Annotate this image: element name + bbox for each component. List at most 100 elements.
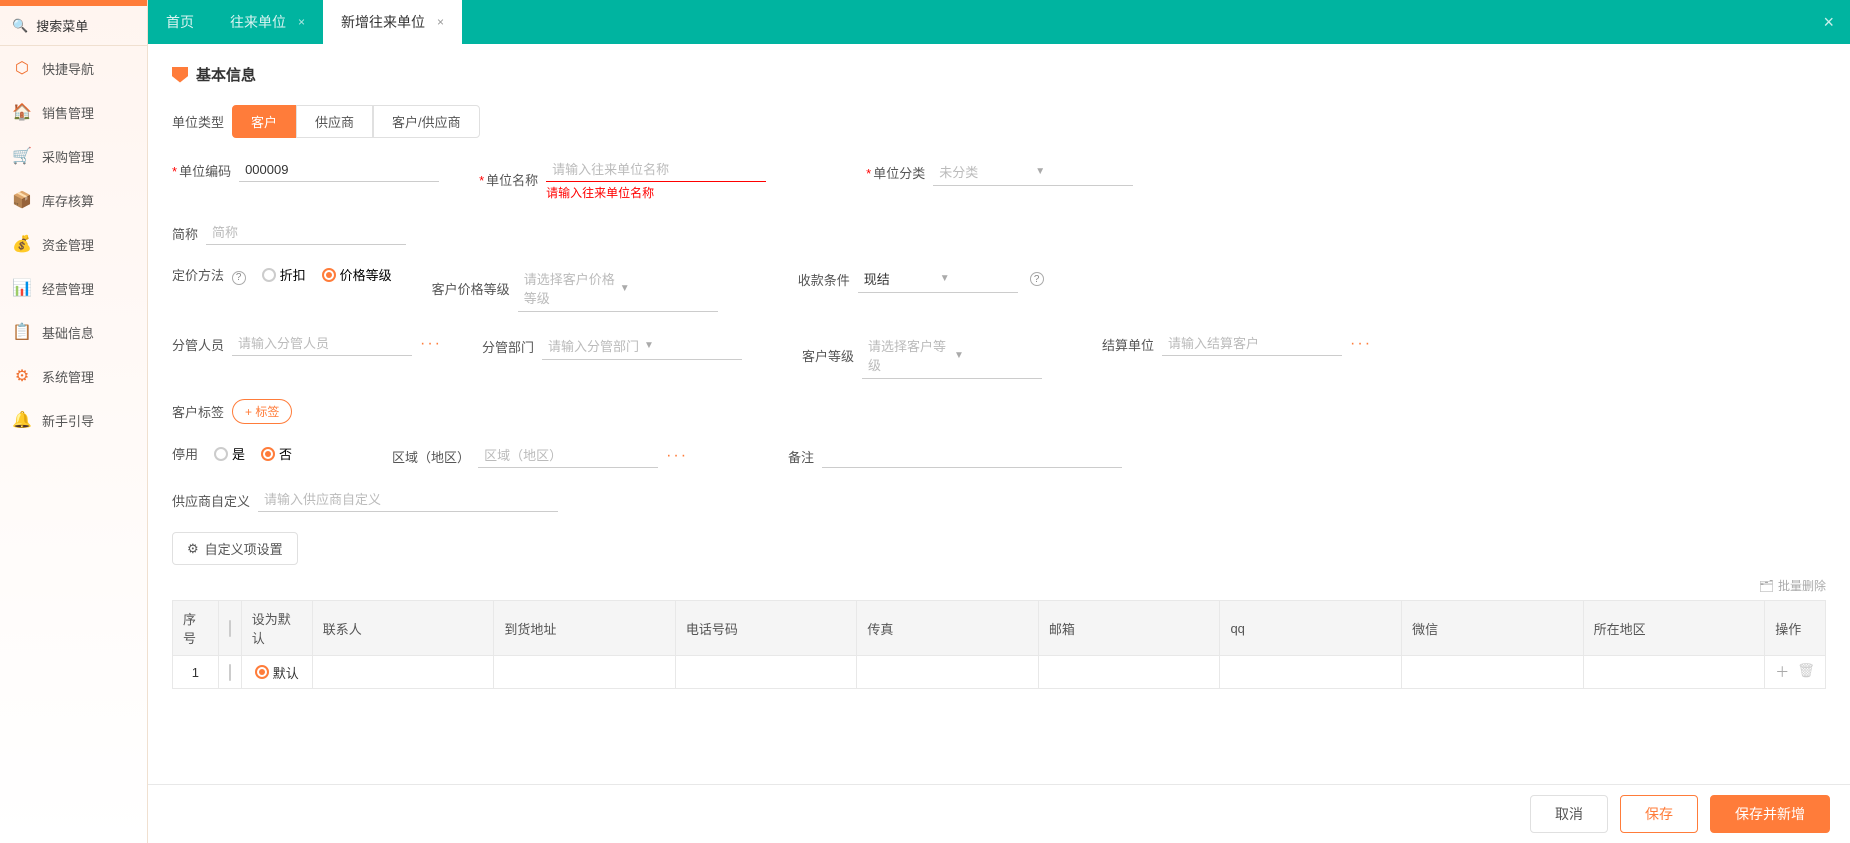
pricing-level-radio[interactable] <box>322 268 336 282</box>
add-tag-button[interactable]: + 标签 <box>232 399 292 424</box>
settlement-unit-input[interactable] <box>1162 332 1342 356</box>
tab-new-partner[interactable]: 新增往来单位 × <box>323 0 462 44</box>
manager-more-icon[interactable]: ··· <box>420 335 442 353</box>
unit-type-both-btn[interactable]: 客户/供应商 <box>373 105 480 138</box>
customer-price-level-select[interactable]: 请选择客户价格等级 ▼ <box>518 265 718 312</box>
sidebar-item-system[interactable]: ⚙ 系统管理 <box>0 354 147 398</box>
row-contact-input[interactable] <box>323 665 484 680</box>
row-area-input[interactable] <box>1594 665 1755 680</box>
sidebar-item-sales[interactable]: 🏠 销售管理 <box>0 90 147 134</box>
disabled-no-radio[interactable] <box>261 447 275 461</box>
settlement-unit-label: 结算单位 <box>1102 335 1154 354</box>
operations-icon: 📊 <box>12 278 32 298</box>
sidebar-item-basic-info[interactable]: 📋 基础信息 <box>0 310 147 354</box>
unit-category-select[interactable]: 未分类 ▼ <box>933 158 1133 186</box>
manager-row: 分管人员 ··· 分管部门 请输入分管部门 ▼ 客户等级 请选择客户等级 ▼ 结… <box>172 332 1826 379</box>
custom-settings-button[interactable]: ⚙ 自定义项设置 <box>172 532 298 565</box>
payment-terms-label: 收款条件 <box>798 270 850 289</box>
row-qq-input[interactable] <box>1230 665 1391 680</box>
short-name-row: 简称 <box>172 221 1826 245</box>
sidebar-item-guide[interactable]: 🔔 新手引导 <box>0 398 147 442</box>
sales-icon: 🏠 <box>12 102 32 122</box>
customer-tag-label: 客户标签 <box>172 402 224 421</box>
pricing-method-info-icon[interactable]: ? <box>232 271 246 285</box>
short-name-input[interactable] <box>206 221 406 245</box>
row-fax-input[interactable] <box>867 665 1028 680</box>
unit-type-customer-btn[interactable]: 客户 <box>232 105 296 138</box>
pricing-discount-option[interactable]: 折扣 <box>262 265 306 284</box>
remark-field: 备注 <box>788 444 1122 468</box>
basic-info-icon: 📋 <box>12 322 32 342</box>
tab-partner[interactable]: 往来单位 × <box>212 0 323 44</box>
save-button[interactable]: 保存 <box>1620 795 1698 833</box>
cancel-button[interactable]: 取消 <box>1530 795 1608 833</box>
sidebar-item-purchase[interactable]: 🛒 采购管理 <box>0 134 147 178</box>
window-close-button[interactable]: × <box>1807 12 1850 33</box>
pricing-level-option[interactable]: 价格等级 <box>322 265 392 284</box>
sidebar-item-label: 系统管理 <box>42 367 94 386</box>
disabled-no-option[interactable]: 否 <box>261 444 292 463</box>
disabled-yes-option[interactable]: 是 <box>214 444 245 463</box>
manager-label: 分管人员 <box>172 335 224 354</box>
payment-terms-field: 收款条件 现结 ▼ ? <box>798 265 1044 293</box>
pricing-row: 定价方法 ? 折扣 价格等级 客户价格等级 请选择客户价 <box>172 265 1826 312</box>
settlement-unit-more-icon[interactable]: ··· <box>1350 335 1372 353</box>
unit-category-chevron-icon: ▼ <box>1035 166 1127 177</box>
remark-input[interactable] <box>822 444 1122 468</box>
department-select[interactable]: 请输入分管部门 ▼ <box>542 332 742 360</box>
disabled-label: 停用 <box>172 444 198 463</box>
row-checkbox[interactable] <box>229 664 231 681</box>
bottom-bar: 取消 保存 保存并新增 <box>148 784 1850 843</box>
row-add-button[interactable]: ＋ <box>1775 662 1789 682</box>
customer-level-select[interactable]: 请选择客户等级 ▼ <box>862 332 1042 379</box>
supplier-custom-row: 供应商自定义 <box>172 488 1826 512</box>
manager-input[interactable] <box>232 332 412 356</box>
disabled-yes-radio[interactable] <box>214 447 228 461</box>
row-phone-input[interactable] <box>686 665 847 680</box>
payment-terms-chevron-icon: ▼ <box>940 273 1012 284</box>
unit-name-input[interactable] <box>546 158 766 182</box>
pricing-discount-radio[interactable] <box>262 268 276 282</box>
sidebar-item-label: 快捷导航 <box>42 59 94 78</box>
row-delete-button[interactable]: 🗑 <box>1797 662 1815 682</box>
tab-partner-close[interactable]: × <box>298 15 305 29</box>
row-qq[interactable] <box>1220 656 1402 689</box>
unit-code-input[interactable] <box>239 158 439 182</box>
row-contact[interactable] <box>312 656 494 689</box>
row-wechat-input[interactable] <box>1412 665 1573 680</box>
supplier-custom-input[interactable] <box>258 488 558 512</box>
sidebar-item-finance[interactable]: 💰 资金管理 <box>0 222 147 266</box>
sidebar-item-operations[interactable]: 📊 经营管理 <box>0 266 147 310</box>
sidebar-search[interactable]: 🔍 搜索菜单 <box>0 6 147 46</box>
tab-new-partner-close[interactable]: × <box>437 15 444 29</box>
region-more-icon[interactable]: ··· <box>666 447 688 465</box>
sidebar-item-quick-nav[interactable]: ⬡ 快捷导航 <box>0 46 147 90</box>
payment-terms-select[interactable]: 现结 ▼ <box>858 265 1018 293</box>
settlement-unit-field: 结算单位 ··· <box>1102 332 1372 356</box>
region-input[interactable] <box>478 444 658 468</box>
row-email[interactable] <box>1038 656 1220 689</box>
row-default-radio[interactable]: 默认 <box>252 663 302 682</box>
row-actions: ＋ 🗑 <box>1765 656 1826 689</box>
save-new-button[interactable]: 保存并新增 <box>1710 795 1830 833</box>
row-address-input[interactable] <box>504 665 665 680</box>
col-address: 到货地址 <box>494 601 676 656</box>
unit-name-error: 请输入往来单位名称 <box>546 184 766 201</box>
row-email-input[interactable] <box>1049 665 1210 680</box>
row-phone[interactable] <box>675 656 857 689</box>
inventory-icon: 📦 <box>12 190 32 210</box>
payment-terms-info-icon[interactable]: ? <box>1030 272 1044 286</box>
customer-price-level-label: 客户价格等级 <box>432 279 510 298</box>
disabled-radio-group: 是 否 <box>214 444 292 463</box>
header-checkbox[interactable] <box>229 620 231 637</box>
tab-home[interactable]: 首页 <box>148 0 212 44</box>
search-icon: 🔍 <box>12 18 28 34</box>
batch-delete-label[interactable]: 批量删除 <box>1778 577 1826 594</box>
supplier-custom-label: 供应商自定义 <box>172 491 250 510</box>
unit-type-supplier-btn[interactable]: 供应商 <box>296 105 373 138</box>
sidebar-item-inventory[interactable]: 📦 库存核算 <box>0 178 147 222</box>
row-address[interactable] <box>494 656 676 689</box>
row-wechat[interactable] <box>1402 656 1584 689</box>
row-area[interactable] <box>1583 656 1765 689</box>
row-fax[interactable] <box>857 656 1039 689</box>
